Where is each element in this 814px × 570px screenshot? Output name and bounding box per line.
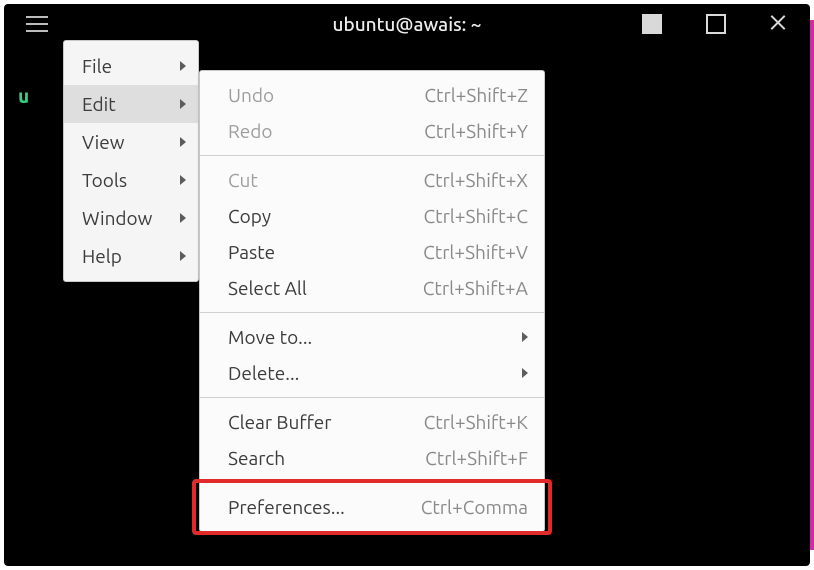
window-title: ubuntu@awais: ~ xyxy=(333,13,482,35)
chevron-right-icon xyxy=(180,137,186,147)
menu-item-view[interactable]: View xyxy=(64,123,198,161)
menu-item-label: Copy xyxy=(228,205,271,227)
terminal-prompt[interactable]: u xyxy=(18,84,29,107)
chevron-right-icon xyxy=(522,332,528,342)
main-menu: File Edit View Tools Window Help xyxy=(63,40,199,282)
menu-item-label: Tools xyxy=(82,169,127,191)
edit-submenu: Undo Ctrl+Shift+Z Redo Ctrl+Shift+Y Cut Ctrl+… xyxy=(199,70,545,532)
hamburger-menu-icon[interactable] xyxy=(26,16,48,32)
menu-item-accelerator: Ctrl+Shift+Y xyxy=(424,120,528,142)
menu-item-window[interactable]: Window xyxy=(64,199,198,237)
menu-item-label: Cut xyxy=(228,169,258,191)
maximize-button[interactable] xyxy=(706,14,726,34)
menu-item-label: Help xyxy=(82,245,122,267)
menu-item-label: Delete... xyxy=(228,362,299,384)
edit-menu-item-move-to[interactable]: Move to... xyxy=(200,319,544,355)
chevron-right-icon xyxy=(180,99,186,109)
chevron-right-icon xyxy=(180,251,186,261)
close-button[interactable] xyxy=(770,14,790,34)
menu-item-label: Edit xyxy=(82,93,116,115)
menu-item-label: Paste xyxy=(228,241,275,263)
chevron-right-icon xyxy=(180,175,186,185)
menu-item-edit[interactable]: Edit xyxy=(64,85,198,123)
edit-menu-item-redo: Redo Ctrl+Shift+Y xyxy=(200,113,544,149)
menu-item-label: Redo xyxy=(228,120,273,142)
menu-item-accelerator: Ctrl+Shift+X xyxy=(423,169,528,191)
menu-separator xyxy=(200,312,544,313)
chevron-right-icon xyxy=(180,213,186,223)
menu-item-file[interactable]: File xyxy=(64,47,198,85)
menu-item-label: View xyxy=(82,131,125,153)
edit-menu-item-copy[interactable]: Copy Ctrl+Shift+C xyxy=(200,198,544,234)
minimize-button[interactable] xyxy=(642,14,662,34)
edit-menu-item-search[interactable]: Search Ctrl+Shift+F xyxy=(200,440,544,476)
edit-menu-item-paste[interactable]: Paste Ctrl+Shift+V xyxy=(200,234,544,270)
menu-item-label: Search xyxy=(228,447,285,469)
chevron-right-icon xyxy=(522,368,528,378)
terminal-window: ubuntu@awais: ~ u File Edit View Tools Windo… xyxy=(4,4,810,566)
menu-separator xyxy=(200,482,544,483)
edit-menu-item-delete[interactable]: Delete... xyxy=(200,355,544,391)
menu-item-label: File xyxy=(82,55,112,77)
edit-menu-item-cut: Cut Ctrl+Shift+X xyxy=(200,162,544,198)
chevron-right-icon xyxy=(180,61,186,71)
menu-item-label: Select All xyxy=(228,277,307,299)
menu-item-tools[interactable]: Tools xyxy=(64,161,198,199)
menu-item-label: Window xyxy=(82,207,152,229)
window-controls xyxy=(642,14,790,34)
menu-item-accelerator: Ctrl+Shift+C xyxy=(423,205,528,227)
edit-menu-item-select-all[interactable]: Select All Ctrl+Shift+A xyxy=(200,270,544,306)
menu-item-accelerator: Ctrl+Shift+V xyxy=(423,241,528,263)
menu-item-accelerator: Ctrl+Shift+Z xyxy=(424,84,528,106)
menu-separator xyxy=(200,397,544,398)
menu-item-accelerator: Ctrl+Shift+A xyxy=(423,277,528,299)
menu-item-accelerator: Ctrl+Shift+F xyxy=(425,447,528,469)
menu-item-label: Clear Buffer xyxy=(228,411,332,433)
menu-item-label: Move to... xyxy=(228,326,312,348)
edit-menu-item-clear-buffer[interactable]: Clear Buffer Ctrl+Shift+K xyxy=(200,404,544,440)
menu-item-label: Preferences... xyxy=(228,496,345,518)
edit-menu-item-undo: Undo Ctrl+Shift+Z xyxy=(200,77,544,113)
menu-separator xyxy=(200,155,544,156)
menu-item-label: Undo xyxy=(228,84,274,106)
menu-item-help[interactable]: Help xyxy=(64,237,198,275)
titlebar: ubuntu@awais: ~ xyxy=(4,4,810,44)
edit-menu-item-preferences[interactable]: Preferences... Ctrl+Comma xyxy=(200,489,544,525)
menu-item-accelerator: Ctrl+Comma xyxy=(421,496,528,518)
menu-item-accelerator: Ctrl+Shift+K xyxy=(424,411,528,433)
decorative-edge xyxy=(810,20,814,550)
